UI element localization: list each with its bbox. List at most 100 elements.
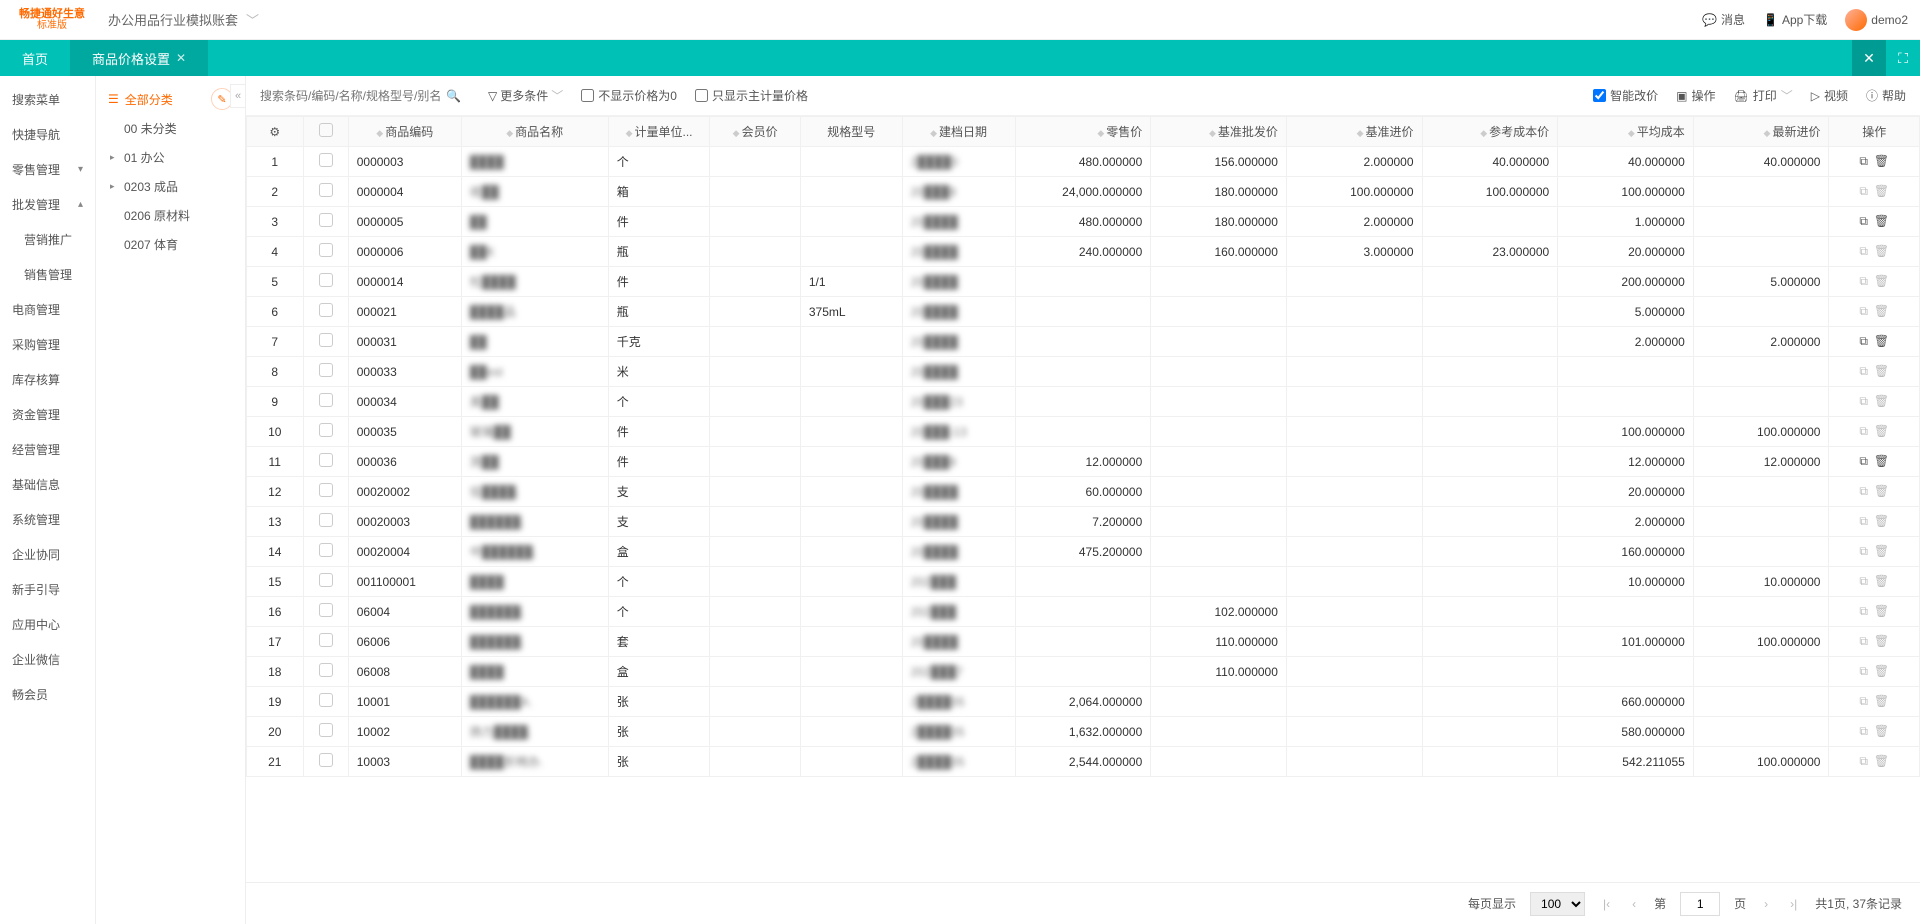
table-row[interactable]: 1300020003██████.支20████7.2000002.000000…: [247, 507, 1920, 537]
copy-icon[interactable]: ⧉: [1859, 754, 1868, 769]
smart-price-toggle[interactable]: 智能改价: [1593, 87, 1658, 104]
row-checkbox[interactable]: [319, 273, 333, 287]
delete-icon[interactable]: 🗑: [1874, 484, 1889, 499]
page-input[interactable]: [1680, 892, 1720, 916]
copy-icon[interactable]: ⧉: [1859, 484, 1868, 499]
table-row[interactable]: 11000036测██件20███812.00000012.00000012.0…: [247, 447, 1920, 477]
video-link[interactable]: ▷视频: [1811, 87, 1848, 104]
nav-item[interactable]: 新手引导: [0, 572, 95, 607]
category-item[interactable]: 0206 原材料: [102, 201, 239, 230]
menu-search[interactable]: 搜索菜单: [0, 82, 95, 117]
nav-item[interactable]: 采购管理: [0, 327, 95, 362]
row-checkbox[interactable]: [319, 633, 333, 647]
table-row[interactable]: 8000033██est米20████⧉🗑: [247, 357, 1920, 387]
row-checkbox[interactable]: [319, 183, 333, 197]
first-page-button[interactable]: |‹: [1599, 897, 1614, 911]
delete-icon[interactable]: 🗑: [1874, 634, 1889, 649]
nav-item[interactable]: 应用中心: [0, 607, 95, 642]
table-row[interactable]: 1606004██████.个202███102.000000⧉🗑: [247, 597, 1920, 627]
search-input[interactable]: [260, 89, 440, 103]
row-checkbox[interactable]: [319, 333, 333, 347]
row-checkbox[interactable]: [319, 213, 333, 227]
nav-item[interactable]: 企业微信: [0, 642, 95, 677]
copy-icon[interactable]: ⧉: [1859, 664, 1868, 679]
delete-icon[interactable]: 🗑: [1874, 454, 1889, 469]
nav-item[interactable]: 零售管理▾: [0, 152, 95, 187]
copy-icon[interactable]: ⧉: [1859, 694, 1868, 709]
tab-price-settings[interactable]: 商品价格设置 ✕: [70, 40, 208, 76]
col-whole[interactable]: ◆基准批发价: [1151, 117, 1287, 147]
copy-icon[interactable]: ⧉: [1859, 574, 1868, 589]
table-row[interactable]: 2010002扬力████.张2████051,632.000000580.00…: [247, 717, 1920, 747]
nav-item[interactable]: 经营管理: [0, 432, 95, 467]
delete-icon[interactable]: 🗑: [1874, 184, 1889, 199]
delete-icon[interactable]: 🗑: [1874, 364, 1889, 379]
copy-icon[interactable]: ⧉: [1859, 304, 1868, 319]
delete-icon[interactable]: 🗑: [1874, 154, 1889, 169]
col-retail[interactable]: ◆零售价: [1015, 117, 1151, 147]
col-avg[interactable]: ◆平均成本: [1558, 117, 1694, 147]
copy-icon[interactable]: ⧉: [1859, 214, 1868, 229]
table-row[interactable]: 1400020004中██████.盒20████475.200000160.0…: [247, 537, 1920, 567]
delete-icon[interactable]: 🗑: [1874, 544, 1889, 559]
delete-icon[interactable]: 🗑: [1874, 244, 1889, 259]
hide-zero-checkbox[interactable]: 不显示价格为0: [581, 87, 677, 104]
nav-item[interactable]: 快捷导航: [0, 117, 95, 152]
messages-link[interactable]: 💬消息: [1702, 11, 1745, 28]
table-row[interactable]: 40000006██K瓶20████240.000000160.0000003.…: [247, 237, 1920, 267]
last-page-button[interactable]: ›|: [1786, 897, 1801, 911]
nav-item[interactable]: 批发管理▴: [0, 187, 95, 222]
close-icon[interactable]: ✕: [176, 51, 186, 65]
row-checkbox[interactable]: [319, 423, 333, 437]
table-row[interactable]: 7000031██千克20████2.0000002.000000⧉🗑: [247, 327, 1920, 357]
col-refcost[interactable]: ◆参考成本价: [1422, 117, 1558, 147]
row-checkbox[interactable]: [319, 753, 333, 767]
copy-icon[interactable]: ⧉: [1859, 724, 1868, 739]
delete-icon[interactable]: 🗑: [1874, 754, 1889, 769]
fullscreen-button[interactable]: ⛶: [1886, 40, 1920, 76]
copy-icon[interactable]: ⧉: [1859, 154, 1868, 169]
delete-icon[interactable]: 🗑: [1874, 424, 1889, 439]
tab-close-button[interactable]: ✕: [1852, 40, 1886, 76]
checkbox[interactable]: [319, 123, 333, 137]
row-checkbox[interactable]: [319, 663, 333, 677]
table-row[interactable]: 30000005██件20████480.000000180.0000002.0…: [247, 207, 1920, 237]
row-checkbox[interactable]: [319, 303, 333, 317]
next-page-button[interactable]: ›: [1760, 897, 1772, 911]
col-last[interactable]: ◆最新进价: [1693, 117, 1829, 147]
delete-icon[interactable]: 🗑: [1874, 664, 1889, 679]
table-row[interactable]: 10000003████个2████0480.000000156.0000002…: [247, 147, 1920, 177]
col-name[interactable]: ◆商品名称: [461, 117, 608, 147]
per-page-select[interactable]: 100: [1530, 892, 1585, 916]
row-checkbox[interactable]: [319, 573, 333, 587]
table-row[interactable]: 9000034奥██个20███23⧉🗑: [247, 387, 1920, 417]
tab-home[interactable]: 首页: [0, 40, 70, 76]
prev-page-button[interactable]: ‹: [1628, 897, 1640, 911]
main-unit-checkbox[interactable]: 只显示主计量价格: [695, 87, 808, 104]
table-row[interactable]: 2110003████折椅办.张2████052,544.000000542.2…: [247, 747, 1920, 777]
nav-item[interactable]: 基础信息: [0, 467, 95, 502]
col-spec[interactable]: 规格型号: [800, 117, 902, 147]
row-checkbox[interactable]: [319, 153, 333, 167]
copy-icon[interactable]: ⧉: [1859, 454, 1868, 469]
category-item[interactable]: ▸0203 成品: [102, 172, 239, 201]
account-selector[interactable]: 办公用品行业模拟账套 ﹀: [108, 10, 259, 29]
copy-icon[interactable]: ⧉: [1859, 514, 1868, 529]
row-checkbox[interactable]: [319, 543, 333, 557]
table-row[interactable]: 1910001██████A.张2████052,064.000000660.0…: [247, 687, 1920, 717]
table-row[interactable]: 50000014杜████件1/120████200.0000005.00000…: [247, 267, 1920, 297]
copy-icon[interactable]: ⧉: [1859, 244, 1868, 259]
row-checkbox[interactable]: [319, 723, 333, 737]
table-row[interactable]: 15001100001████个202███10.00000010.000000…: [247, 567, 1920, 597]
col-cost[interactable]: ◆基准进价: [1286, 117, 1422, 147]
row-checkbox[interactable]: [319, 393, 333, 407]
nav-item[interactable]: 资金管理: [0, 397, 95, 432]
more-filters[interactable]: ▽更多条件﹀: [488, 87, 563, 104]
help-link[interactable]: ⓘ帮助: [1866, 87, 1906, 104]
table-row[interactable]: 1200020002信████.支20████60.00000020.00000…: [247, 477, 1920, 507]
col-check[interactable]: [303, 117, 348, 147]
col-unit[interactable]: ◆计量单位...: [608, 117, 710, 147]
category-item[interactable]: ▸01 办公: [102, 143, 239, 172]
copy-icon[interactable]: ⧉: [1859, 604, 1868, 619]
copy-icon[interactable]: ⧉: [1859, 274, 1868, 289]
